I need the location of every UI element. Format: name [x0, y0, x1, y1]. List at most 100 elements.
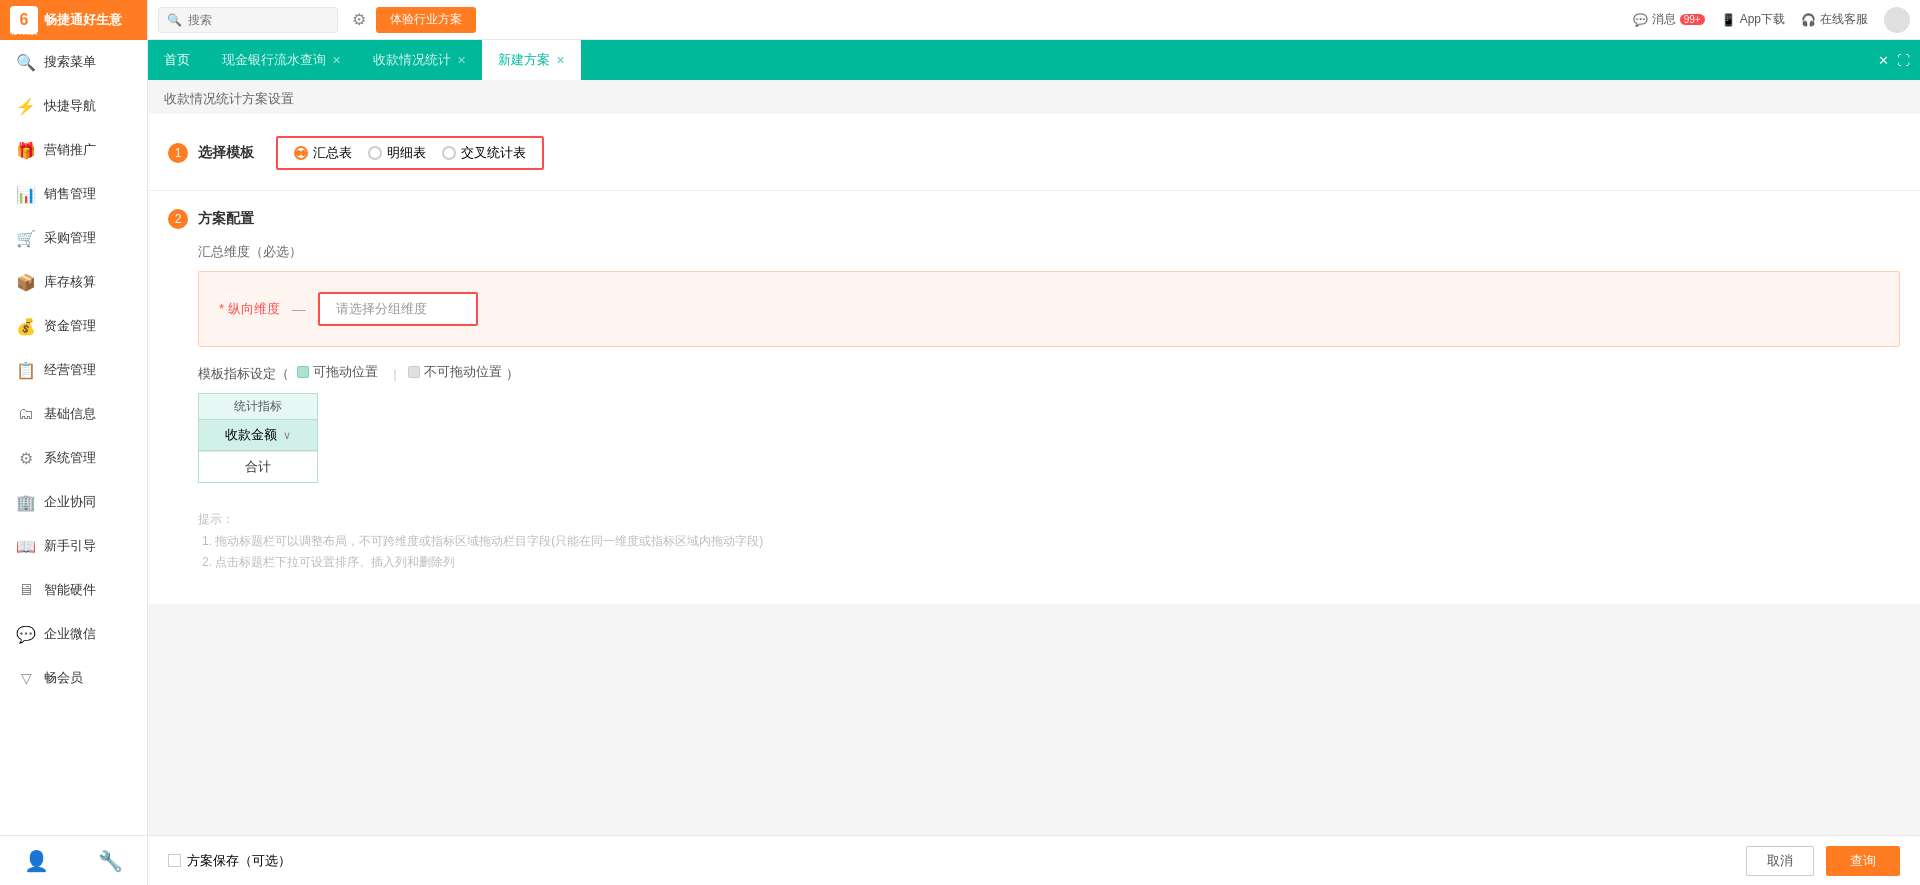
sidebar-item-label: 企业微信 [44, 625, 96, 643]
tips-section: 提示： 1. 拖动标题栏可以调整布局，不可跨维度或指标区域拖动栏目字段(只能在同… [198, 499, 1900, 584]
cancel-button[interactable]: 取消 [1746, 846, 1814, 876]
building-icon: 🏢 [16, 493, 36, 512]
sidebar-item-member[interactable]: ▽ 畅会员 [0, 656, 147, 700]
step1-block: 1 选择模板 汇总表 明细表 [168, 124, 544, 182]
sidebar-item-label: 新手引导 [44, 537, 96, 555]
radio-detail-label: 明细表 [387, 144, 426, 162]
step2-block: 2 方案配置 [168, 209, 1900, 229]
industry-btn[interactable]: 体验行业方案 [376, 7, 476, 33]
sidebar-item-label: 基础信息 [44, 405, 96, 423]
chart-icon: 📊 [16, 185, 36, 204]
folder-icon: 🗂 [16, 405, 36, 423]
crown-icon: ▽ [16, 670, 36, 686]
tab-expand-icon[interactable]: ⛶ [1897, 53, 1910, 68]
gear-icon: ⚙ [16, 449, 36, 468]
indicator-settings-label: 模板指标设定（ 可拖动位置 | 不可拖动位置 ） [198, 363, 519, 383]
radio-cross[interactable]: 交叉统计表 [442, 144, 526, 162]
tip-item-2: 2. 点击标题栏下拉可设置排序、插入列和删除列 [202, 552, 1900, 574]
tabs-actions: ✕ ⛶ [1878, 53, 1920, 68]
indicator-row-cell: 合计 [199, 451, 317, 482]
service-label: 在线客服 [1820, 11, 1868, 28]
search-input[interactable] [188, 13, 328, 27]
user-avatar[interactable] [1884, 7, 1910, 33]
radio-detail[interactable]: 明细表 [368, 144, 426, 162]
box-icon: 📦 [16, 273, 36, 292]
unmovable-box [408, 366, 420, 378]
save-checkbox[interactable] [168, 854, 181, 867]
topbar: 🔍 ⚙ 体验行业方案 💬 消息 99+ 📱 App下载 🎧 在线客服 [148, 0, 1920, 40]
radio-cross-circle [442, 146, 456, 160]
unmovable-label: 不可拖动位置 [424, 363, 502, 381]
tab-cash-bank-close[interactable]: ✕ [332, 54, 341, 67]
save-label: 方案保存（可选） [187, 852, 291, 870]
sidebar-item-operation[interactable]: 📋 经营管理 [0, 348, 147, 392]
tab-bar: 首页 现金银行流水查询 ✕ 收款情况统计 ✕ 新建方案 ✕ ✕ ⛶ [148, 40, 1920, 80]
sidebar-item-marketing[interactable]: 🎁 营销推广 [0, 128, 147, 172]
sidebar-item-label: 搜索菜单 [44, 53, 96, 71]
bottom-bar: 方案保存（可选） 取消 查询 [148, 835, 1920, 885]
tab-collection-stat[interactable]: 收款情况统计 ✕ [357, 40, 482, 80]
tab-home[interactable]: 首页 [148, 40, 206, 80]
message-btn[interactable]: 💬 消息 99+ [1633, 11, 1705, 28]
radio-summary-circle [294, 146, 308, 160]
tab-cash-bank-label: 现金银行流水查询 [222, 51, 326, 69]
step1-title: 选择模板 [198, 144, 254, 162]
page-content: 收款情况统计方案设置 1 选择模板 汇总表 [148, 80, 1920, 835]
sidebar-item-label: 畅会员 [44, 669, 83, 687]
dimension-select[interactable]: 请选择分组维度 [318, 292, 478, 326]
settings-icon[interactable]: ⚙ [352, 10, 366, 29]
sidebar-bottom-icon2[interactable]: 🔧 [98, 849, 123, 873]
sidebar-item-label: 系统管理 [44, 449, 96, 467]
sidebar-item-hardware[interactable]: 🖥 智能硬件 [0, 568, 147, 612]
sidebar-item-quick-nav[interactable]: ⚡ 快捷导航 [0, 84, 147, 128]
sidebar-item-sales[interactable]: 📊 销售管理 [0, 172, 147, 216]
chat-icon: 💬 [16, 625, 36, 644]
download-icon: 📱 [1721, 13, 1736, 27]
movable-indicator: 可拖动位置 [297, 363, 378, 381]
step1-badge: 1 [168, 143, 188, 163]
download-btn[interactable]: 📱 App下载 [1721, 11, 1785, 28]
radio-detail-circle [368, 146, 382, 160]
sidebar-item-purchase[interactable]: 🛒 采购管理 [0, 216, 147, 260]
message-icon: 💬 [1633, 13, 1648, 27]
unmovable-indicator: 不可拖动位置 [408, 363, 502, 381]
tab-close-all-icon[interactable]: ✕ [1878, 53, 1889, 68]
monitor-icon: 🖥 [16, 581, 36, 599]
query-button[interactable]: 查询 [1826, 846, 1900, 876]
dropdown-icon[interactable]: ∨ [283, 429, 291, 442]
template-selector: 汇总表 明细表 交叉统计表 [276, 136, 544, 170]
tab-new-plan-label: 新建方案 [498, 51, 550, 69]
dimension-area: * 纵向维度 — 请选择分组维度 [198, 271, 1900, 347]
tab-new-plan-close[interactable]: ✕ [556, 54, 565, 67]
headset-icon: 🎧 [1801, 13, 1816, 27]
dimension-placeholder: 请选择分组维度 [336, 301, 427, 316]
sidebar: 6 畅捷通好生意 标准版 🔍 搜索菜单 ⚡ 快捷导航 🎁 营销推广 📊 销售管理… [0, 0, 148, 885]
sidebar-bottom: 👤 🔧 [0, 835, 147, 885]
radio-summary[interactable]: 汇总表 [294, 144, 352, 162]
dimension-section-label: 汇总维度（必选） [198, 243, 1900, 261]
sidebar-bottom-icon1[interactable]: 👤 [24, 849, 49, 873]
radio-cross-label: 交叉统计表 [461, 144, 526, 162]
step2-badge: 2 [168, 209, 188, 229]
sidebar-item-enterprise[interactable]: 🏢 企业协同 [0, 480, 147, 524]
tips-title: 提示： [198, 512, 234, 526]
sidebar-item-system[interactable]: ⚙ 系统管理 [0, 436, 147, 480]
sidebar-item-guide[interactable]: 📖 新手引导 [0, 524, 147, 568]
tab-new-plan[interactable]: 新建方案 ✕ [482, 40, 581, 80]
indicator-column-header[interactable]: 收款金额 ∨ [199, 420, 317, 451]
tab-cash-bank[interactable]: 现金银行流水查询 ✕ [206, 40, 357, 80]
tab-collection-stat-close[interactable]: ✕ [457, 54, 466, 67]
service-btn[interactable]: 🎧 在线客服 [1801, 11, 1868, 28]
topbar-search-box[interactable]: 🔍 [158, 7, 338, 33]
sidebar-item-base[interactable]: 🗂 基础信息 [0, 392, 147, 436]
search-icon: 🔍 [16, 53, 36, 72]
sidebar-item-search[interactable]: 🔍 搜索菜单 [0, 40, 147, 84]
indicator-grid: 统计指标 收款金额 ∨ 合计 [198, 393, 318, 483]
sidebar-item-inventory[interactable]: 📦 库存核算 [0, 260, 147, 304]
search-icon: 🔍 [167, 13, 182, 27]
topbar-right: 💬 消息 99+ 📱 App下载 🎧 在线客服 [1633, 7, 1910, 33]
sidebar-item-wechat[interactable]: 💬 企业微信 [0, 612, 147, 656]
page-header: 收款情况统计方案设置 [148, 80, 1920, 114]
sidebar-item-finance[interactable]: 💰 资金管理 [0, 304, 147, 348]
sidebar-item-label: 经营管理 [44, 361, 96, 379]
